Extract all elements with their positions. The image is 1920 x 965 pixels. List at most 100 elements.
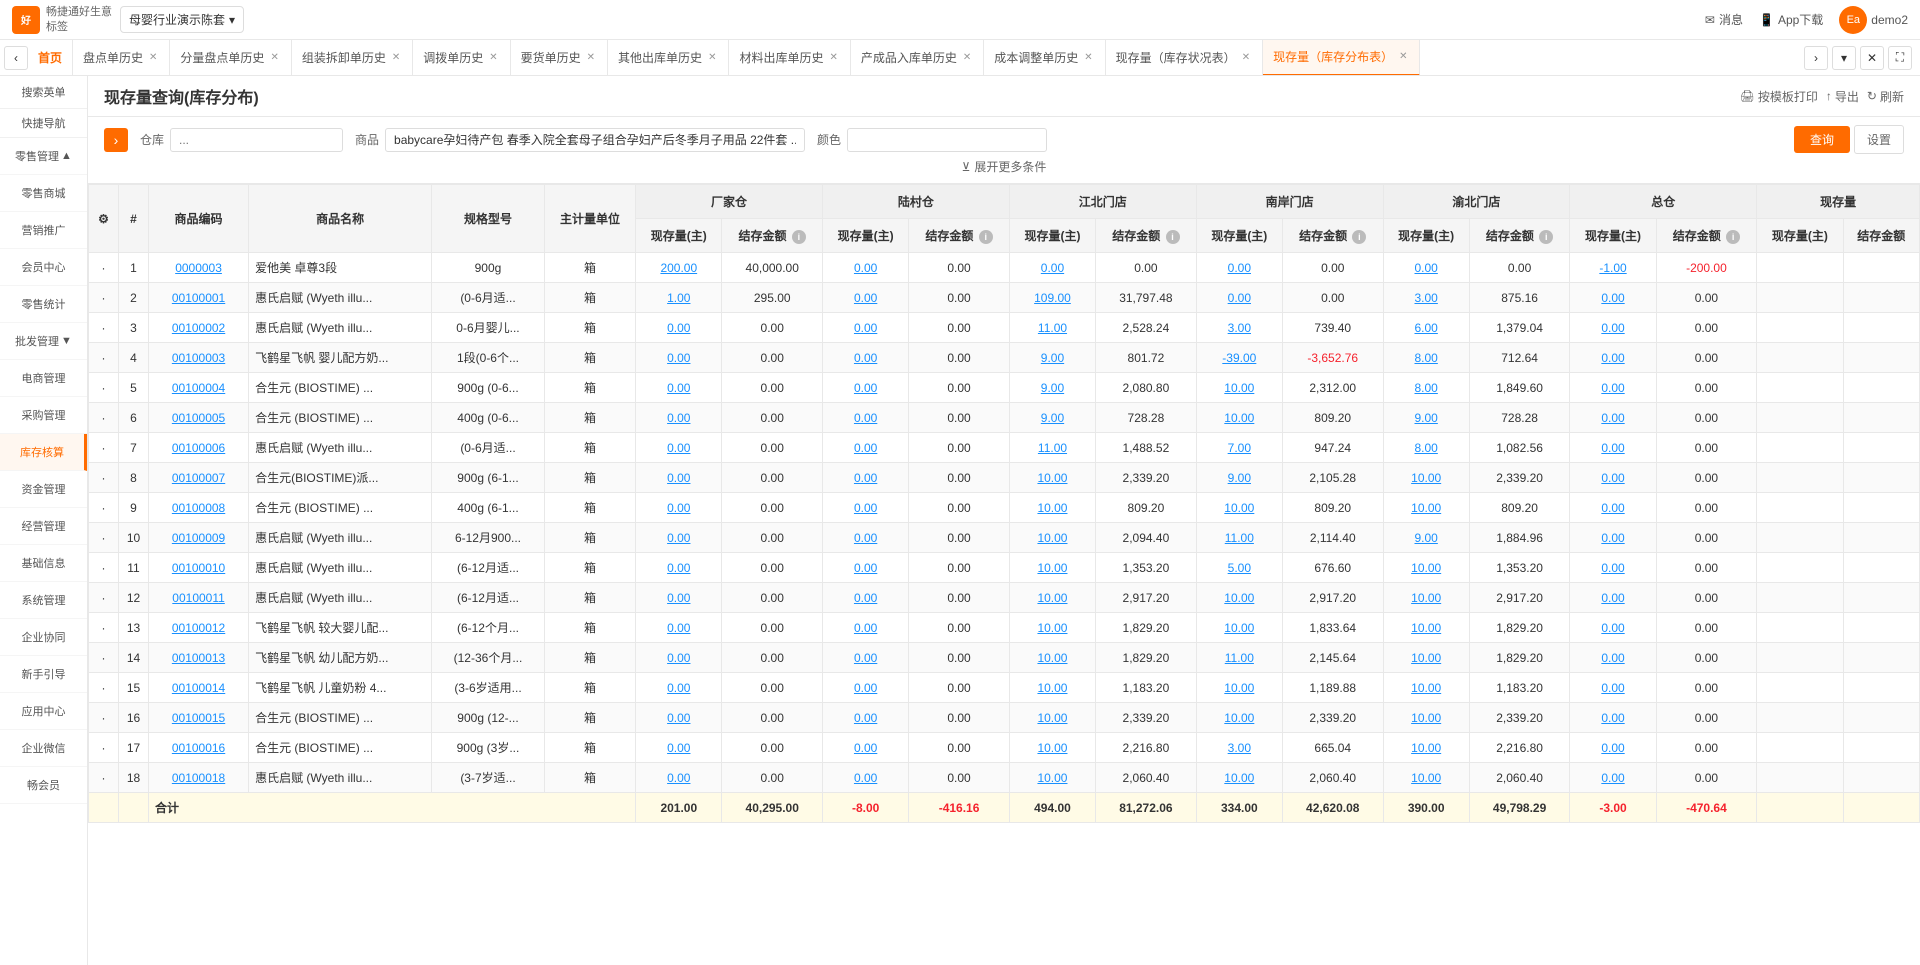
row-settings[interactable]: · xyxy=(89,373,119,403)
row-na-stock[interactable]: 10.00 xyxy=(1196,673,1282,703)
row-na-stock[interactable]: -39.00 xyxy=(1196,343,1282,373)
row-l-stock[interactable]: 0.00 xyxy=(822,313,908,343)
warehouse-input[interactable] xyxy=(170,128,343,152)
row-na-stock[interactable]: 10.00 xyxy=(1196,403,1282,433)
row-tot-stock[interactable]: 0.00 xyxy=(1570,403,1656,433)
row-yb-stock[interactable]: 9.00 xyxy=(1383,523,1469,553)
row-settings[interactable]: · xyxy=(89,403,119,433)
row-f-stock[interactable]: 0.00 xyxy=(636,373,722,403)
goods-input[interactable] xyxy=(385,128,805,152)
refresh-btn[interactable]: ↻ 刷新 xyxy=(1867,88,1904,105)
row-tot-stock[interactable]: 0.00 xyxy=(1570,373,1656,403)
col-settings-header[interactable]: ⚙ xyxy=(89,185,119,253)
row-code[interactable]: 00100016 xyxy=(149,733,249,763)
row-tot-stock[interactable]: 0.00 xyxy=(1570,283,1656,313)
row-code[interactable]: 00100008 xyxy=(149,493,249,523)
row-code[interactable]: 00100010 xyxy=(149,553,249,583)
row-code[interactable]: 00100013 xyxy=(149,643,249,673)
tab-qi-ta-chu[interactable]: 其他出库单历史 ✕ xyxy=(608,40,729,76)
tab-close-fen-pan[interactable]: ✕ xyxy=(268,51,280,64)
row-settings[interactable]: · xyxy=(89,673,119,703)
row-code[interactable]: 00100009 xyxy=(149,523,249,553)
row-tot-stock[interactable]: 0.00 xyxy=(1570,703,1656,733)
row-l-stock[interactable]: 0.00 xyxy=(822,373,908,403)
sidebar-item-member[interactable]: 会员中心 xyxy=(0,249,87,286)
sidebar-item-wholesale[interactable]: 批发管理 ▼ xyxy=(0,323,87,360)
row-l-stock[interactable]: 0.00 xyxy=(822,283,908,313)
row-yb-stock[interactable]: 10.00 xyxy=(1383,703,1469,733)
row-code[interactable]: 00100012 xyxy=(149,613,249,643)
row-settings[interactable]: · xyxy=(89,343,119,373)
tab-xian-cun-fen[interactable]: 现存量（库存分布表） ✕ xyxy=(1263,40,1420,76)
row-yb-stock[interactable]: 10.00 xyxy=(1383,553,1469,583)
row-na-stock[interactable]: 10.00 xyxy=(1196,373,1282,403)
row-settings[interactable]: · xyxy=(89,733,119,763)
row-jb-stock[interactable]: 10.00 xyxy=(1009,763,1095,793)
row-jb-stock[interactable]: 10.00 xyxy=(1009,673,1095,703)
tab-cai-liao[interactable]: 材料出库单历史 ✕ xyxy=(729,40,850,76)
tab-fullscreen[interactable]: ⛶ xyxy=(1888,46,1912,70)
sidebar-item-retail-stats[interactable]: 零售统计 xyxy=(0,286,87,323)
row-l-stock[interactable]: 0.00 xyxy=(822,493,908,523)
row-yb-stock[interactable]: 10.00 xyxy=(1383,493,1469,523)
row-jb-stock[interactable]: 10.00 xyxy=(1009,493,1095,523)
message-action[interactable]: ✉ 消息 xyxy=(1705,11,1743,28)
row-settings[interactable]: · xyxy=(89,463,119,493)
row-settings[interactable]: · xyxy=(89,703,119,733)
row-code[interactable]: 00100004 xyxy=(149,373,249,403)
row-settings[interactable]: · xyxy=(89,493,119,523)
row-settings[interactable]: · xyxy=(89,283,119,313)
expand-conditions-btn[interactable]: ⊻ 展开更多条件 xyxy=(104,158,1904,175)
row-na-stock[interactable]: 0.00 xyxy=(1196,283,1282,313)
row-f-stock[interactable]: 1.00 xyxy=(636,283,722,313)
row-f-stock[interactable]: 0.00 xyxy=(636,583,722,613)
row-jb-stock[interactable]: 10.00 xyxy=(1009,643,1095,673)
row-code[interactable]: 00100014 xyxy=(149,673,249,703)
tab-close-xian-cun-fen[interactable]: ✕ xyxy=(1397,50,1409,63)
row-na-stock[interactable]: 10.00 xyxy=(1196,493,1282,523)
hint-icon-jb[interactable]: i xyxy=(1166,230,1180,244)
row-settings[interactable]: · xyxy=(89,643,119,673)
row-jb-stock[interactable]: 0.00 xyxy=(1009,253,1095,283)
row-jb-stock[interactable]: 9.00 xyxy=(1009,373,1095,403)
row-f-stock[interactable]: 200.00 xyxy=(636,253,722,283)
sidebar-item-marketing[interactable]: 营销推广 xyxy=(0,212,87,249)
row-na-stock[interactable]: 0.00 xyxy=(1196,253,1282,283)
row-settings[interactable]: · xyxy=(89,253,119,283)
tab-close-tiao-bo[interactable]: ✕ xyxy=(487,51,499,64)
row-yb-stock[interactable]: 0.00 xyxy=(1383,253,1469,283)
hint-icon-yb[interactable]: i xyxy=(1539,230,1553,244)
row-na-stock[interactable]: 11.00 xyxy=(1196,643,1282,673)
app-download-action[interactable]: 📱 App下载 xyxy=(1759,11,1823,28)
row-l-stock[interactable]: 0.00 xyxy=(822,343,908,373)
row-jb-stock[interactable]: 10.00 xyxy=(1009,583,1095,613)
settings-button[interactable]: 设置 xyxy=(1854,125,1904,154)
row-yb-stock[interactable]: 6.00 xyxy=(1383,313,1469,343)
row-l-stock[interactable]: 0.00 xyxy=(822,253,908,283)
row-na-stock[interactable]: 10.00 xyxy=(1196,703,1282,733)
row-f-stock[interactable]: 0.00 xyxy=(636,703,722,733)
row-jb-stock[interactable]: 11.00 xyxy=(1009,313,1095,343)
row-yb-stock[interactable]: 8.00 xyxy=(1383,433,1469,463)
sidebar-item-finance[interactable]: 资金管理 xyxy=(0,471,87,508)
row-tot-stock[interactable]: 0.00 xyxy=(1570,523,1656,553)
row-tot-stock[interactable]: 0.00 xyxy=(1570,313,1656,343)
row-f-stock[interactable]: 0.00 xyxy=(636,463,722,493)
tab-pan-single[interactable]: 盘点单历史 ✕ xyxy=(73,40,170,76)
tab-zu-zhe[interactable]: 组装拆卸单历史 ✕ xyxy=(292,40,413,76)
row-l-stock[interactable]: 0.00 xyxy=(822,463,908,493)
row-code[interactable]: 00100007 xyxy=(149,463,249,493)
row-code[interactable]: 00100018 xyxy=(149,763,249,793)
tab-nav-right[interactable]: › xyxy=(1804,46,1828,70)
tab-close-cai-liao[interactable]: ✕ xyxy=(827,51,839,64)
tab-fen-pan[interactable]: 分量盘点单历史 ✕ xyxy=(170,40,291,76)
sidebar-item-corp-wechat[interactable]: 企业微信 xyxy=(0,730,87,767)
row-f-stock[interactable]: 0.00 xyxy=(636,673,722,703)
row-yb-stock[interactable]: 8.00 xyxy=(1383,373,1469,403)
row-tot-stock[interactable]: -1.00 xyxy=(1570,253,1656,283)
row-l-stock[interactable]: 0.00 xyxy=(822,523,908,553)
tab-close-qi-ta-chu[interactable]: ✕ xyxy=(706,51,718,64)
row-settings[interactable]: · xyxy=(89,313,119,343)
row-jb-stock[interactable]: 10.00 xyxy=(1009,703,1095,733)
row-f-stock[interactable]: 0.00 xyxy=(636,493,722,523)
